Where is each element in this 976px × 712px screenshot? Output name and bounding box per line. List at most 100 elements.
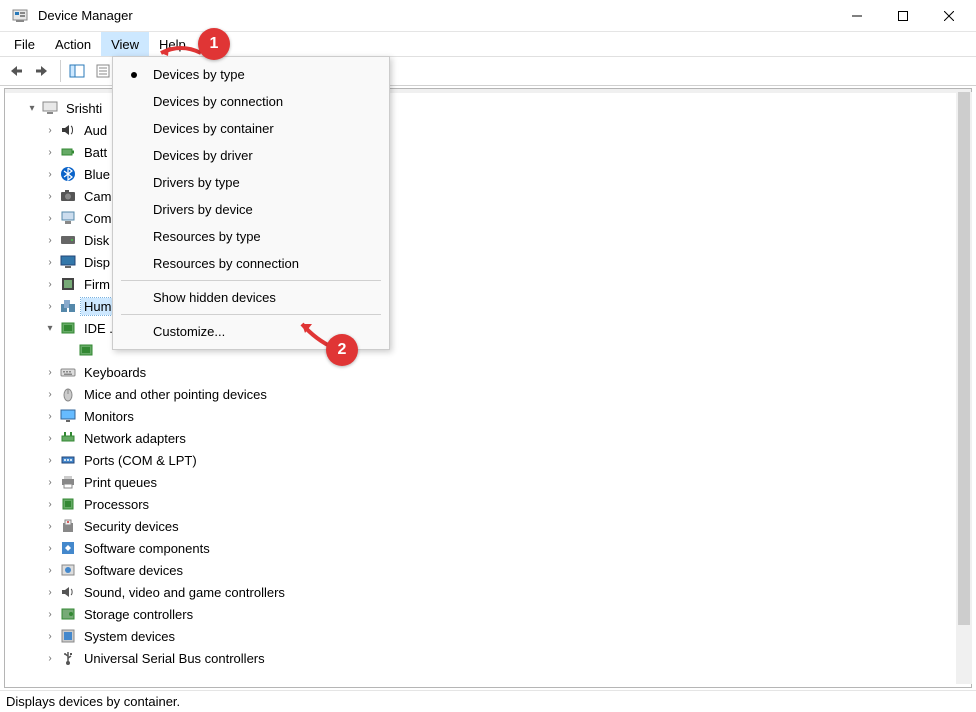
mouse-icon (59, 385, 77, 403)
chevron-right-icon[interactable]: › (43, 365, 57, 379)
app-icon (12, 8, 28, 24)
chevron-right-icon[interactable]: › (43, 585, 57, 599)
tree-item[interactable]: › Print queues (9, 471, 971, 493)
tree-item[interactable]: ›Ports (COM & LPT) (9, 449, 971, 471)
swcomp-icon (59, 539, 77, 557)
usb-icon (59, 649, 77, 667)
title-bar: Device Manager (0, 0, 976, 32)
menu-item[interactable]: Drivers by device (113, 196, 389, 223)
back-button[interactable] (4, 59, 28, 83)
window-title: Device Manager (36, 8, 834, 23)
firmware-icon (59, 275, 77, 293)
menu-item[interactable]: Show hidden devices (113, 284, 389, 311)
chevron-right-icon[interactable]: › (43, 189, 57, 203)
menu-item[interactable]: Devices by driver (113, 142, 389, 169)
menu-item[interactable]: Resources by type (113, 223, 389, 250)
chevron-right-icon[interactable]: › (43, 123, 57, 137)
printer-icon (59, 473, 77, 491)
toolbar-separator (60, 60, 61, 82)
tree-item-label: Disp (84, 255, 110, 270)
menu-item[interactable]: Resources by connection (113, 250, 389, 277)
chevron-right-icon[interactable]: › (43, 145, 57, 159)
tree-item[interactable]: ›Keyboards (9, 361, 971, 383)
menu-item[interactable]: Devices by container (113, 115, 389, 142)
vertical-scrollbar[interactable] (956, 92, 972, 684)
chevron-right-icon[interactable]: › (43, 299, 57, 313)
menu-file[interactable]: File (4, 32, 45, 56)
chevron-right-icon[interactable]: › (43, 255, 57, 269)
chevron-right-icon[interactable]: › (43, 497, 57, 511)
chevron-right-icon[interactable]: › (43, 563, 57, 577)
tree-root-label: Srishti (66, 101, 102, 116)
menu-item-label: Drivers by type (153, 175, 240, 190)
tree-item[interactable]: › Mice and other pointing devices (9, 383, 971, 405)
forward-button[interactable] (30, 59, 54, 83)
tree-item[interactable]: ›Software components (9, 537, 971, 559)
chevron-right-icon[interactable]: › (43, 607, 57, 621)
tree-item-label: IDE . (84, 321, 113, 336)
menu-item[interactable]: Devices by connection (113, 88, 389, 115)
tree-item[interactable]: › Processors (9, 493, 971, 515)
chevron-right-icon[interactable]: › (43, 409, 57, 423)
security-icon (59, 517, 77, 535)
tree-item-label: Print queues (84, 475, 157, 490)
tree-item-label: Com (84, 211, 111, 226)
chevron-right-icon[interactable]: › (43, 629, 57, 643)
network-icon (59, 429, 77, 447)
disk-icon (59, 231, 77, 249)
chevron-right-icon[interactable]: › (43, 167, 57, 181)
tree-item-label: Firm (84, 277, 110, 292)
chevron-right-icon[interactable]: › (43, 453, 57, 467)
tree-item-label: Mice and other pointing devices (84, 387, 267, 402)
tree-item[interactable]: ›Network adapters (9, 427, 971, 449)
tree-item[interactable]: ›Security devices (9, 515, 971, 537)
tree-item[interactable]: › System devices (9, 625, 971, 647)
tree-item[interactable]: ›Universal Serial Bus controllers (9, 647, 971, 669)
chevron-right-icon[interactable]: › (43, 211, 57, 225)
chevron-right-icon[interactable]: › (43, 233, 57, 247)
menu-item-label: Devices by connection (153, 94, 283, 109)
menu-action[interactable]: Action (45, 32, 101, 56)
chevron-down-icon[interactable]: ▾ (43, 321, 57, 335)
tree-item[interactable]: ›Storage controllers (9, 603, 971, 625)
tree-item-label: System devices (84, 629, 175, 644)
menu-item[interactable]: Devices by type (113, 61, 389, 88)
chevron-down-icon[interactable]: ▾ (25, 101, 39, 115)
monitor-icon (59, 407, 77, 425)
tree-item[interactable]: ›Monitors (9, 405, 971, 427)
status-text: Displays devices by container. (6, 694, 180, 709)
tree-item-label: Processors (84, 497, 149, 512)
tree-item[interactable]: ›Software devices (9, 559, 971, 581)
tree-item-label: Blue (84, 167, 110, 182)
chevron-right-icon[interactable]: › (43, 541, 57, 555)
chevron-right-icon[interactable]: › (43, 651, 57, 665)
chevron-right-icon[interactable]: › (43, 431, 57, 445)
tree-item[interactable]: › Sound, video and game controllers (9, 581, 971, 603)
audio-icon (59, 121, 77, 139)
tree-item-label: Hum (84, 299, 111, 314)
chevron-right-icon[interactable]: › (43, 519, 57, 533)
close-button[interactable] (926, 0, 972, 32)
menu-item[interactable]: Drivers by type (113, 169, 389, 196)
chevron-right-icon[interactable]: › (43, 387, 57, 401)
tree-item-label: Sound, video and game controllers (84, 585, 285, 600)
minimize-button[interactable] (834, 0, 880, 32)
chevron-right-icon[interactable]: › (43, 475, 57, 489)
menu-view[interactable]: View (101, 32, 149, 56)
annotation-badge-1: 1 (198, 28, 230, 60)
display-icon (59, 253, 77, 271)
menu-item-label: Show hidden devices (153, 290, 276, 305)
scrollbar-thumb[interactable] (958, 92, 970, 625)
bluetooth-icon (59, 165, 77, 183)
chevron-right-icon[interactable]: › (43, 277, 57, 291)
show-hide-console-tree-button[interactable] (65, 59, 89, 83)
menu-item-label: Drivers by device (153, 202, 253, 217)
ide-icon (77, 341, 95, 359)
menu-item-label: Customize... (153, 324, 225, 339)
maximize-button[interactable] (880, 0, 926, 32)
menu-item-label: Resources by connection (153, 256, 299, 271)
window-buttons (834, 0, 972, 32)
bullet-icon (131, 72, 137, 78)
hid-icon (59, 297, 77, 315)
swdev-icon (59, 561, 77, 579)
